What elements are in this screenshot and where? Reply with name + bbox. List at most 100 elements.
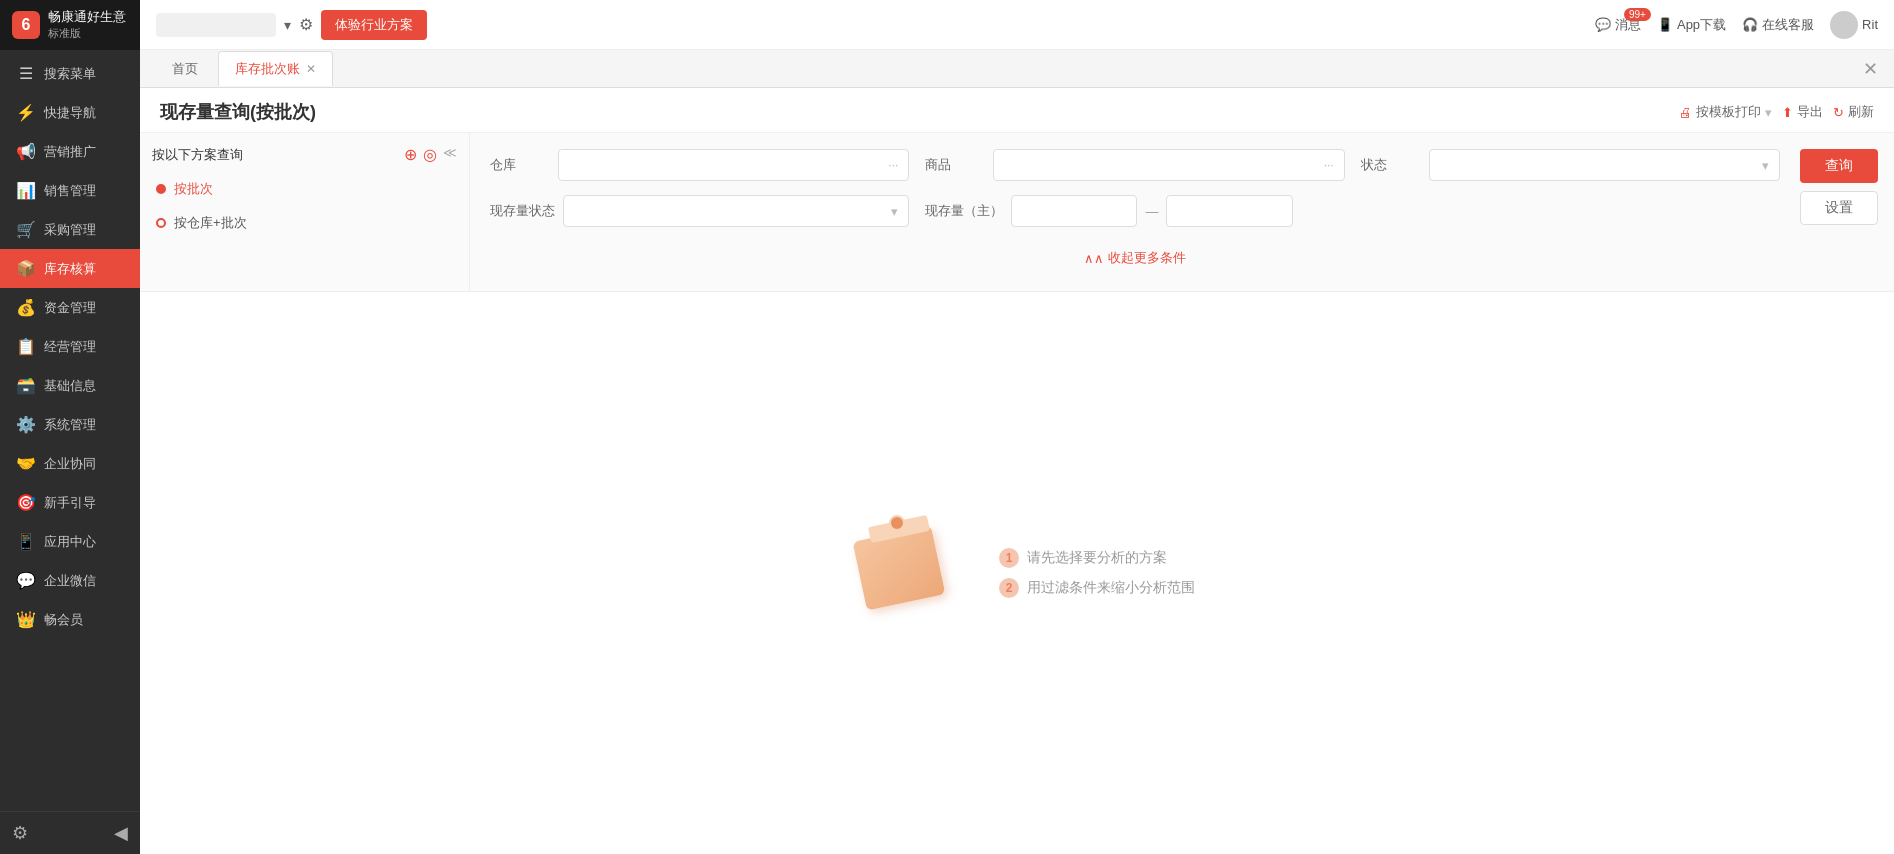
scheme-settings-icon[interactable]: ◎ bbox=[423, 145, 437, 164]
inventory-status-select[interactable]: ▾ bbox=[563, 195, 909, 227]
apps-icon: 📱 bbox=[16, 532, 36, 551]
sidebar-item-wechat[interactable]: 💬 企业微信 bbox=[0, 561, 140, 600]
search-menu-icon: ☰ bbox=[16, 64, 36, 83]
tab-inventory-batch[interactable]: 库存批次账 ✕ bbox=[218, 51, 333, 86]
inventory-status-label: 现存量状态 bbox=[490, 202, 555, 220]
online-service-item[interactable]: 🎧 在线客服 bbox=[1742, 16, 1814, 34]
operations-icon: 📋 bbox=[16, 337, 36, 356]
filter-scheme-warehouse-batch[interactable]: 按仓库+批次 bbox=[140, 206, 469, 240]
topbar-gear-icon[interactable]: ⚙ bbox=[299, 15, 313, 34]
settings-icon[interactable]: ⚙ bbox=[12, 822, 28, 844]
scheme-dot-inactive bbox=[156, 218, 166, 228]
sidebar-item-label: 营销推广 bbox=[44, 143, 96, 161]
add-scheme-icon[interactable]: ⊕ bbox=[404, 145, 417, 164]
print-button[interactable]: 🖨 按模板打印 ▾ bbox=[1679, 103, 1772, 121]
tab-close-icon[interactable]: ✕ bbox=[306, 62, 316, 76]
sidebar-item-label: 应用中心 bbox=[44, 533, 96, 551]
system-icon: ⚙️ bbox=[16, 415, 36, 434]
tab-home[interactable]: 首页 bbox=[156, 52, 214, 86]
sidebar-item-quicknav[interactable]: ⚡ 快捷导航 bbox=[0, 93, 140, 132]
finance-icon: 💰 bbox=[16, 298, 36, 317]
filter-settings-button[interactable]: 设置 bbox=[1800, 191, 1878, 225]
message-badge: 99+ bbox=[1624, 8, 1651, 21]
topbar-dropdown-icon[interactable]: ▾ bbox=[284, 17, 291, 33]
hint-num-1: 1 bbox=[999, 548, 1019, 568]
sidebar-item-label: 经营管理 bbox=[44, 338, 96, 356]
sidebar-item-search[interactable]: ☰ 搜索菜单 bbox=[0, 54, 140, 93]
app-download-icon: 📱 bbox=[1657, 17, 1673, 32]
app-title-group: 畅康通好生意 标准版 bbox=[48, 9, 126, 41]
filter-sidebar: 按以下方案查询 ⊕ ◎ ≪ 按批次 按仓库+批次 bbox=[140, 133, 470, 291]
hint-text-1: 请先选择要分析的方案 bbox=[1027, 549, 1167, 567]
hint-item-1: 1 请先选择要分析的方案 bbox=[999, 548, 1195, 568]
quantity-to-input[interactable] bbox=[1166, 195, 1292, 227]
sidebar-item-label: 搜索菜单 bbox=[44, 65, 96, 83]
sidebar-item-enterprise[interactable]: 🤝 企业协同 bbox=[0, 444, 140, 483]
sidebar-item-system[interactable]: ⚙️ 系统管理 bbox=[0, 405, 140, 444]
refresh-label: 刷新 bbox=[1848, 103, 1874, 121]
inventory-quantity-label: 现存量（主） bbox=[925, 202, 1003, 220]
sidebar-item-sales[interactable]: 📊 销售管理 bbox=[0, 171, 140, 210]
user-item[interactable]: Rit bbox=[1830, 11, 1878, 39]
refresh-button[interactable]: ↻ 刷新 bbox=[1833, 103, 1874, 121]
username-label: Rit bbox=[1862, 17, 1878, 32]
page-header: 现存量查询(按批次) 🖨 按模板打印 ▾ ⬆ 导出 ↻ 刷新 bbox=[140, 88, 1894, 133]
sidebar-item-basics[interactable]: 🗃️ 基础信息 bbox=[0, 366, 140, 405]
collapse-row[interactable]: ∧∧ 收起更多条件 bbox=[490, 241, 1780, 275]
user-avatar bbox=[1830, 11, 1858, 39]
service-icon: 🎧 bbox=[1742, 17, 1758, 32]
inventory-icon: 📦 bbox=[16, 259, 36, 278]
filter-row-1: 仓库 ··· 商品 ··· bbox=[490, 149, 1780, 181]
sidebar-item-member[interactable]: 👑 畅会员 bbox=[0, 600, 140, 639]
status-field: 状态 ▾ bbox=[1361, 149, 1780, 181]
sidebar-item-operations[interactable]: 📋 经营管理 bbox=[0, 327, 140, 366]
sidebar-header: 6 畅康通好生意 标准版 bbox=[0, 0, 140, 50]
empty-state: 1 请先选择要分析的方案 2 用过滤条件来缩小分析范围 bbox=[140, 292, 1894, 854]
message-item[interactable]: 💬 消息 99+ bbox=[1595, 16, 1641, 34]
collapse-sidebar-icon[interactable]: ◀ bbox=[114, 822, 128, 844]
filter-sidebar-header: 按以下方案查询 ⊕ ◎ ≪ bbox=[140, 145, 469, 172]
sidebar-item-finance[interactable]: 💰 资金管理 bbox=[0, 288, 140, 327]
close-panel-button[interactable]: ✕ bbox=[1863, 58, 1878, 80]
export-button[interactable]: ⬆ 导出 bbox=[1782, 103, 1823, 121]
export-icon: ⬆ bbox=[1782, 105, 1793, 120]
sidebar-item-guide[interactable]: 🎯 新手引导 bbox=[0, 483, 140, 522]
query-button[interactable]: 查询 bbox=[1800, 149, 1878, 183]
purchase-icon: 🛒 bbox=[16, 220, 36, 239]
wechat-icon: 💬 bbox=[16, 571, 36, 590]
sidebar-item-label: 资金管理 bbox=[44, 299, 96, 317]
message-icon: 💬 bbox=[1595, 17, 1611, 32]
topbar-search-input[interactable] bbox=[156, 13, 276, 37]
hint-num-2: 2 bbox=[999, 578, 1019, 598]
collapse-up-icon: ∧∧ bbox=[1084, 251, 1104, 266]
product-more-icon: ··· bbox=[1324, 158, 1334, 172]
filter-form-row: 仓库 ··· 商品 ··· bbox=[470, 133, 1894, 291]
member-icon: 👑 bbox=[16, 610, 36, 629]
app-download-label: App下载 bbox=[1677, 16, 1726, 34]
collapse-icon[interactable]: ≪ bbox=[443, 145, 457, 164]
warehouse-label: 仓库 bbox=[490, 156, 550, 174]
topbar: ▾ ⚙ 体验行业方案 💬 消息 99+ 📱 App下载 🎧 在线客服 Rit bbox=[140, 0, 1894, 50]
warehouse-more-icon: ··· bbox=[888, 158, 898, 172]
tabbar: 首页 库存批次账 ✕ ✕ bbox=[140, 50, 1894, 88]
marketing-icon: 📢 bbox=[16, 142, 36, 161]
quantity-from-input[interactable] bbox=[1011, 195, 1137, 227]
sidebar-item-apps[interactable]: 📱 应用中心 bbox=[0, 522, 140, 561]
sidebar-footer: ⚙ ◀ bbox=[0, 811, 140, 854]
product-input[interactable]: ··· bbox=[993, 149, 1344, 181]
refresh-icon: ↻ bbox=[1833, 105, 1844, 120]
sidebar-item-inventory[interactable]: 📦 库存核算 bbox=[0, 249, 140, 288]
sidebar-item-label: 基础信息 bbox=[44, 377, 96, 395]
sidebar-item-label: 新手引导 bbox=[44, 494, 96, 512]
sidebar: 6 畅康通好生意 标准版 ☰ 搜索菜单 ⚡ 快捷导航 📢 营销推广 📊 销售管理… bbox=[0, 0, 140, 854]
print-dropdown-icon[interactable]: ▾ bbox=[1765, 105, 1772, 120]
page-actions: 🖨 按模板打印 ▾ ⬆ 导出 ↻ 刷新 bbox=[1679, 103, 1874, 121]
status-select[interactable]: ▾ bbox=[1429, 149, 1780, 181]
sidebar-item-marketing[interactable]: 📢 营销推广 bbox=[0, 132, 140, 171]
trial-button[interactable]: 体验行业方案 bbox=[321, 10, 427, 40]
warehouse-input[interactable]: ··· bbox=[558, 149, 909, 181]
sidebar-item-purchase[interactable]: 🛒 采购管理 bbox=[0, 210, 140, 249]
filter-scheme-batch[interactable]: 按批次 bbox=[140, 172, 469, 206]
app-download-item[interactable]: 📱 App下载 bbox=[1657, 16, 1726, 34]
app-name: 畅康通好生意 bbox=[48, 9, 126, 26]
